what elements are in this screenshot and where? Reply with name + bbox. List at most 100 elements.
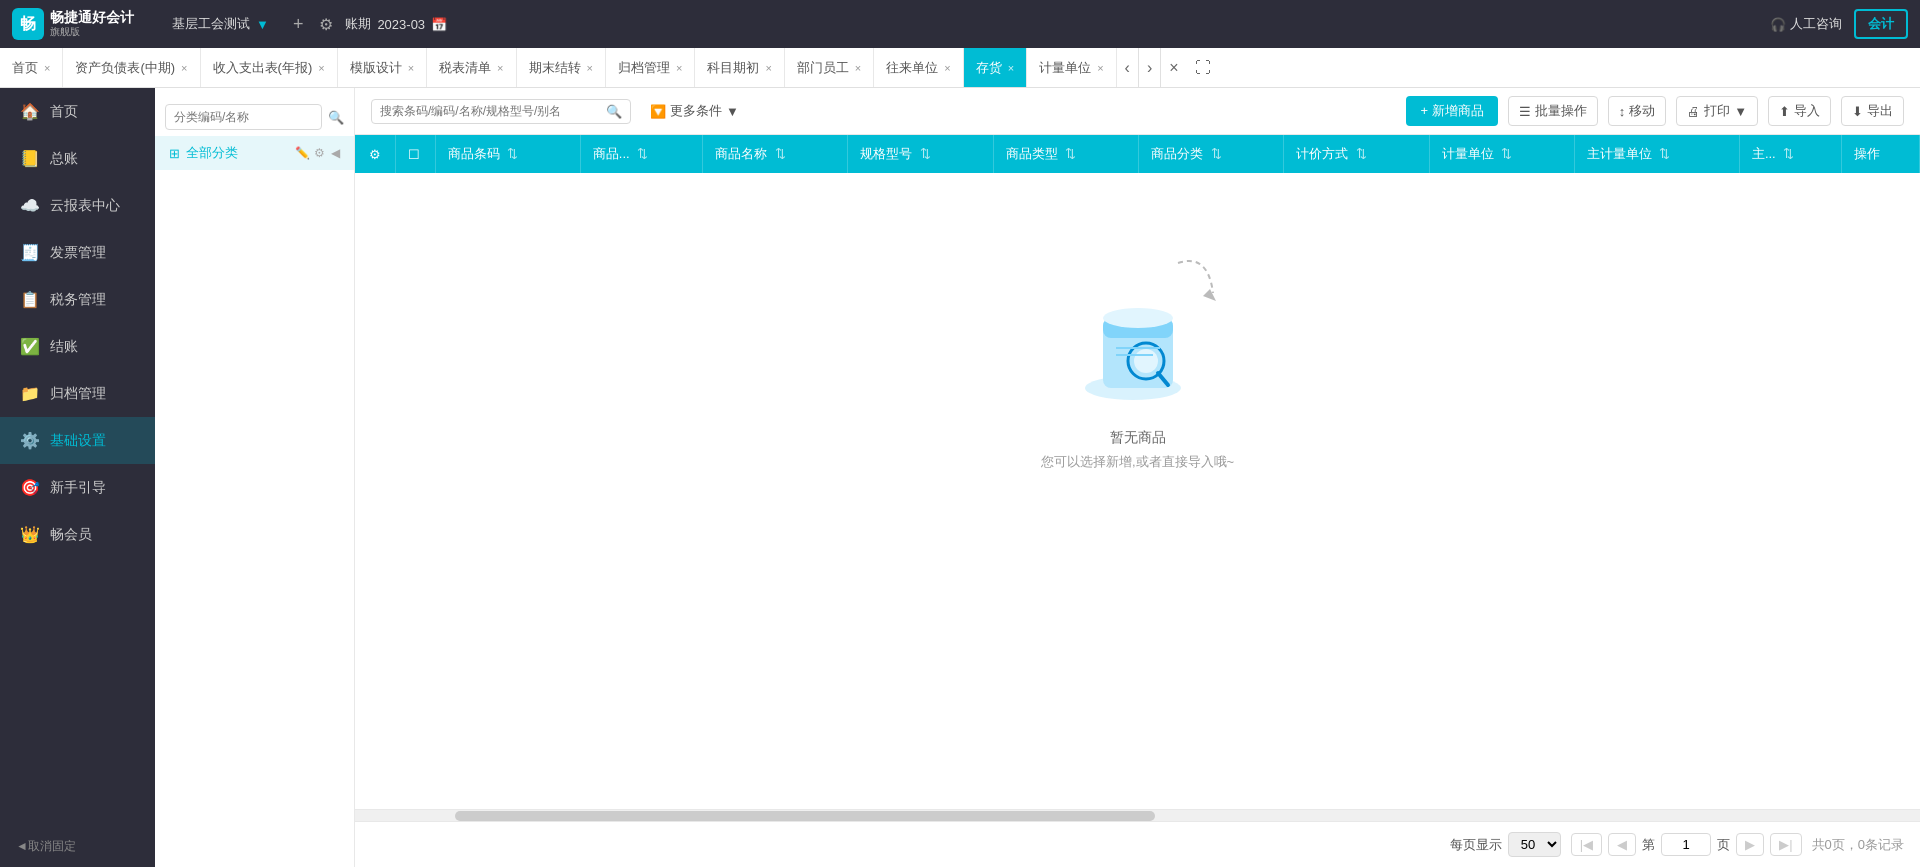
more-filter-button[interactable]: 🔽 更多条件 ▼: [641, 97, 748, 125]
account-button[interactable]: 会计: [1854, 9, 1908, 39]
period-label: 账期: [345, 15, 371, 33]
tab-expand-button[interactable]: ⛶: [1187, 48, 1219, 88]
tab-close-icon[interactable]: ×: [408, 62, 414, 74]
tab-prev-button[interactable]: ‹: [1117, 48, 1139, 88]
sidebar-item-settings[interactable]: ⚙️ 基础设置: [0, 417, 155, 464]
sidebar-item-invoices[interactable]: 🧾 发票管理: [0, 229, 155, 276]
sidebar-item-close[interactable]: ✅ 结账: [0, 323, 155, 370]
sidebar-unpin-button[interactable]: ◄取消固定: [0, 826, 155, 867]
search-icon[interactable]: 🔍: [606, 104, 622, 119]
page-nav: |◀ ◀ 第 页 ▶ ▶|: [1571, 833, 1802, 856]
tab-home[interactable]: 首页 ×: [0, 48, 63, 88]
import-button[interactable]: ⬆ 导入: [1768, 96, 1831, 126]
top-header: 畅 畅捷通好会计 旗舰版 基层工会测试 ▼ + ⚙ 账期 2023-03 📅 🎧…: [0, 0, 1920, 48]
tab-close-icon[interactable]: ×: [765, 62, 771, 74]
page-size-select: 每页显示 50: [1450, 832, 1561, 857]
sidebar-item-guide[interactable]: 🎯 新手引导: [0, 464, 155, 511]
batch-operation-button[interactable]: ☰ 批量操作: [1508, 96, 1598, 126]
add-company-button[interactable]: +: [289, 14, 308, 35]
company-name: 基层工会测试: [172, 15, 250, 33]
move-button[interactable]: ↕ 移动: [1608, 96, 1667, 126]
page-size-dropdown[interactable]: 50: [1508, 832, 1561, 857]
total-info: 共0页，0条记录: [1812, 836, 1904, 854]
tab-dept-staff[interactable]: 部门员工 ×: [785, 48, 874, 88]
scroll-thumb[interactable]: [455, 811, 1155, 821]
col-category[interactable]: 商品分类 ⇅: [1138, 135, 1283, 173]
tab-period-close[interactable]: 期末结转 ×: [517, 48, 606, 88]
product-table: ⚙ ☐ 商品条码 ⇅ 商品... ⇅: [355, 135, 1920, 173]
tab-template-design[interactable]: 模版设计 ×: [338, 48, 427, 88]
sidebar-item-archive[interactable]: 📁 归档管理: [0, 370, 155, 417]
add-product-button[interactable]: + 新增商品: [1406, 96, 1497, 126]
tab-tax-list[interactable]: 税表清单 ×: [427, 48, 516, 88]
batch-icon: ☰: [1519, 104, 1531, 119]
empty-title: 暂无商品: [1110, 429, 1166, 447]
sidebar: 🏠 首页 📒 总账 ☁️ 云报表中心 🧾 发票管理 📋 税务管理 ✅ 结账 📁 …: [0, 88, 155, 867]
settings-category-button[interactable]: ⚙: [314, 146, 325, 160]
right-content: 🔍 🔽 更多条件 ▼ + 新增商品 ☰ 批量操作: [355, 88, 1920, 867]
tab-balance-sheet[interactable]: 资产负债表(中期) ×: [63, 48, 200, 88]
tab-close-icon[interactable]: ×: [587, 62, 593, 74]
tab-close-icon[interactable]: ×: [497, 62, 503, 74]
check-icon: ✅: [20, 337, 40, 356]
tab-next-button[interactable]: ›: [1139, 48, 1161, 88]
col-main-unit[interactable]: 主计量单位 ⇅: [1574, 135, 1739, 173]
headset-icon: 🎧: [1770, 17, 1786, 32]
first-page-button[interactable]: |◀: [1571, 833, 1602, 856]
svg-point-4: [1103, 308, 1173, 328]
calendar-icon[interactable]: 📅: [431, 17, 447, 32]
search-icon[interactable]: 🔍: [328, 110, 344, 125]
tab-income-statement[interactable]: 收入支出表(年报) ×: [201, 48, 338, 88]
sort-icon: ⇅: [775, 146, 786, 161]
col-action: 操作: [1842, 135, 1920, 173]
tab-vendors[interactable]: 往来单位 ×: [874, 48, 963, 88]
sidebar-item-ledger[interactable]: 📒 总账: [0, 135, 155, 182]
product-search-input[interactable]: [380, 104, 600, 118]
consult-button[interactable]: 🎧 人工咨询: [1770, 15, 1842, 33]
second-toolbar: 🔍 🔽 更多条件 ▼ + 新增商品 ☰ 批量操作: [355, 88, 1920, 135]
settings-icon[interactable]: ⚙: [319, 15, 333, 34]
col-code[interactable]: 商品... ⇅: [580, 135, 702, 173]
category-search-input[interactable]: [165, 104, 322, 130]
tab-close-icon[interactable]: ×: [181, 62, 187, 74]
horizontal-scrollbar[interactable]: [355, 809, 1920, 821]
sidebar-item-home[interactable]: 🏠 首页: [0, 88, 155, 135]
tab-measure-unit[interactable]: 计量单位 ×: [1027, 48, 1116, 88]
tab-inventory[interactable]: 存货 ×: [964, 48, 1027, 88]
all-category-item[interactable]: ⊞ 全部分类 ✏️ ⚙ ◀: [155, 136, 354, 170]
table-checkbox-col[interactable]: ☐: [395, 135, 435, 173]
col-price-method[interactable]: 计价方式 ⇅: [1284, 135, 1429, 173]
edit-category-button[interactable]: ✏️: [295, 146, 310, 160]
col-name[interactable]: 商品名称 ⇅: [703, 135, 848, 173]
sidebar-item-reports[interactable]: ☁️ 云报表中心: [0, 182, 155, 229]
tab-close-icon[interactable]: ×: [855, 62, 861, 74]
tab-close-icon[interactable]: ×: [676, 62, 682, 74]
tab-subject-init[interactable]: 科目期初 ×: [695, 48, 784, 88]
next-page-button[interactable]: ▶: [1736, 833, 1764, 856]
col-main-extra[interactable]: 主... ⇅: [1739, 135, 1842, 173]
col-type[interactable]: 商品类型 ⇅: [993, 135, 1138, 173]
tab-close-icon[interactable]: ×: [1008, 62, 1014, 74]
tab-close-icon[interactable]: ×: [1097, 62, 1103, 74]
sidebar-item-member[interactable]: 👑 畅会员: [0, 511, 155, 558]
tab-close-icon[interactable]: ×: [44, 62, 50, 74]
company-selector[interactable]: 基层工会测试 ▼: [164, 11, 277, 37]
print-button[interactable]: 🖨 打印 ▼: [1676, 96, 1758, 126]
prev-page-button[interactable]: ◀: [1608, 833, 1636, 856]
col-spec[interactable]: 规格型号 ⇅: [848, 135, 993, 173]
col-barcode[interactable]: 商品条码 ⇅: [435, 135, 580, 173]
sidebar-item-tax[interactable]: 📋 税务管理: [0, 276, 155, 323]
collapse-panel-button[interactable]: ◀: [331, 146, 340, 160]
empty-illustration: [1038, 233, 1238, 413]
tab-close-all-button[interactable]: ×: [1161, 48, 1186, 88]
table-settings-col[interactable]: ⚙: [355, 135, 395, 173]
tab-archive[interactable]: 归档管理 ×: [606, 48, 695, 88]
tab-close-icon[interactable]: ×: [944, 62, 950, 74]
page-number-input[interactable]: [1661, 833, 1711, 856]
last-page-button[interactable]: ▶|: [1770, 833, 1801, 856]
sort-icon: ⇅: [1065, 146, 1076, 161]
col-unit[interactable]: 计量单位 ⇅: [1429, 135, 1574, 173]
export-button[interactable]: ⬇ 导出: [1841, 96, 1904, 126]
tax-icon: 📋: [20, 290, 40, 309]
tab-close-icon[interactable]: ×: [318, 62, 324, 74]
